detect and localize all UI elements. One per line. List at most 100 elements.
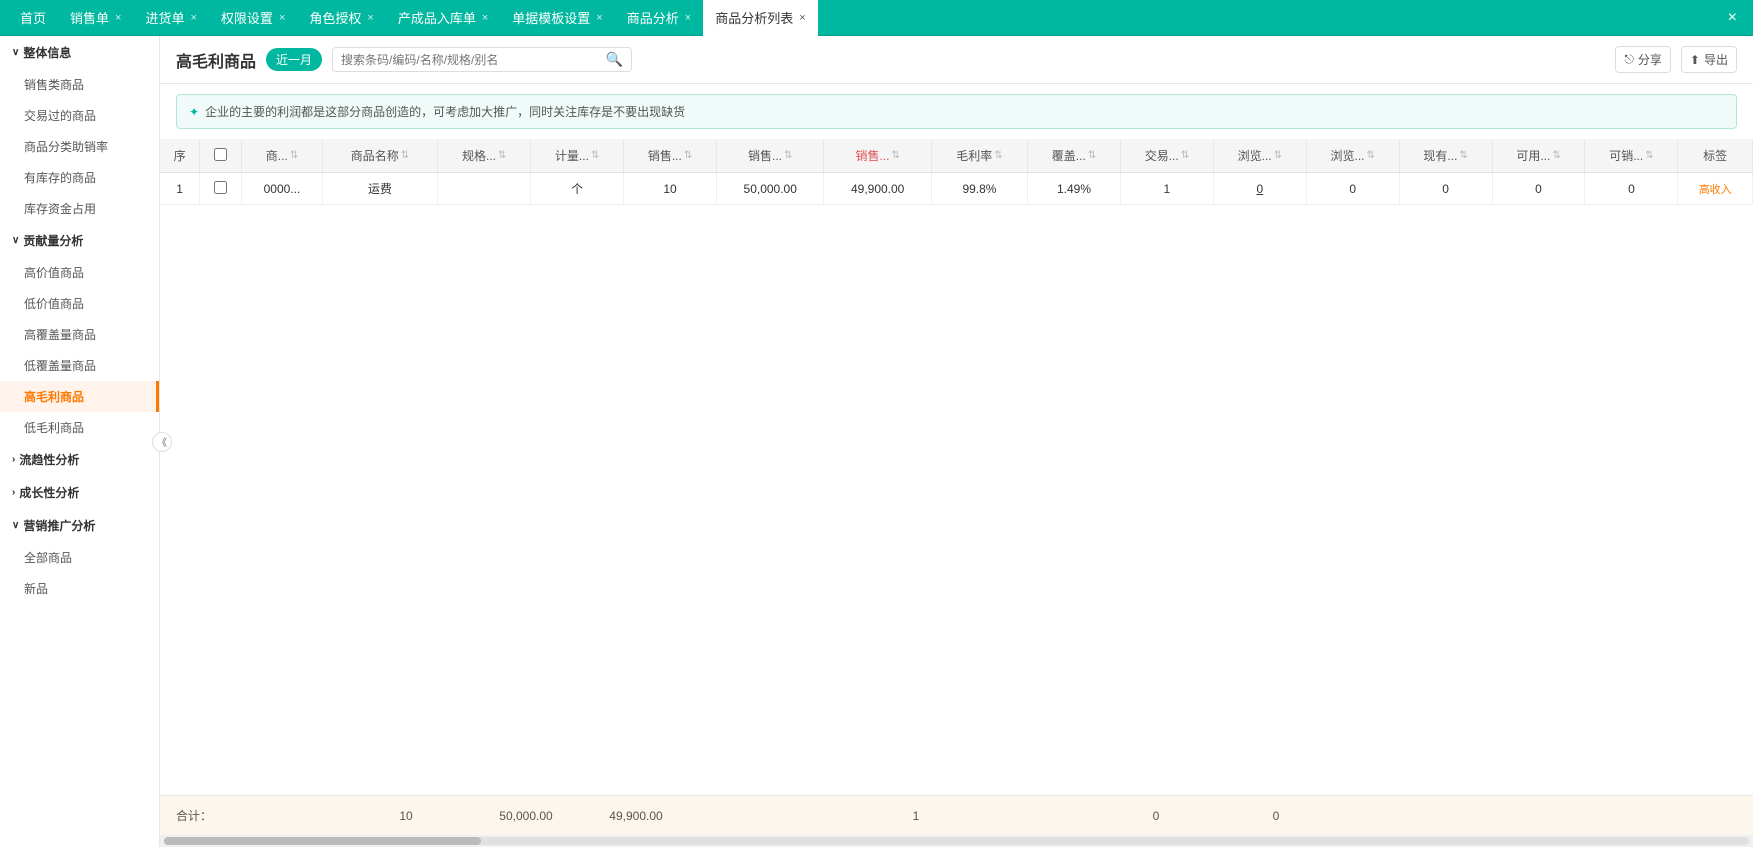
sidebar-item-low-value[interactable]: 低价值商品 — [0, 288, 159, 319]
row-checkbox[interactable] — [214, 181, 227, 194]
sidebar: ∨ 整体信息 销售类商品 交易过的商品 商品分类助销率 有库存的商品 库存资金占… — [0, 36, 160, 847]
nav-template-settings[interactable]: 单据模板设置 × — [500, 0, 614, 36]
sidebar-item-all-goods[interactable]: 全部商品 — [0, 542, 159, 573]
sidebar-item-traded-goods[interactable]: 交易过的商品 — [0, 100, 159, 131]
col-current-stock[interactable]: 现有... ⇅ — [1399, 139, 1492, 173]
cell-transactions: 1 — [1120, 173, 1213, 205]
data-table: 序 商... ⇅ 商品名称 — [160, 139, 1753, 205]
nav-product-storage[interactable]: 产成品入库单 × — [386, 0, 500, 36]
cell-sales-qty: 10 — [624, 173, 717, 205]
col-checkbox[interactable] — [200, 139, 242, 173]
col-sales-amt[interactable]: 销售... ⇅ — [716, 139, 823, 173]
close-icon[interactable]: × — [367, 12, 373, 24]
scrollbar-thumb[interactable] — [164, 837, 481, 845]
footer-current-stock: 0 — [1126, 809, 1186, 823]
table-wrapper[interactable]: 序 商... ⇅ 商品名称 — [160, 139, 1753, 795]
close-icon[interactable]: × — [279, 12, 285, 24]
sort-icon: ⇅ — [1645, 150, 1653, 161]
horizontal-scrollbar[interactable] — [160, 835, 1753, 847]
col-spec[interactable]: 规格... ⇅ — [438, 139, 531, 173]
cell-sales-amt: 50,000.00 — [716, 173, 823, 205]
cell-gross-rate: 99.8% — [931, 173, 1027, 205]
nav-role-auth[interactable]: 角色授权 × — [297, 0, 385, 36]
nav-permission-settings[interactable]: 权限设置 × — [209, 0, 297, 36]
close-icon[interactable]: × — [685, 12, 691, 24]
sidebar-item-sales-goods[interactable]: 销售类商品 — [0, 69, 159, 100]
search-input[interactable] — [341, 53, 606, 67]
sort-icon: ⇅ — [994, 150, 1002, 161]
top-navigation: 首页 销售单 × 进货单 × 权限设置 × 角色授权 × 产成品入库单 × 单据… — [0, 0, 1753, 36]
col-sellable-stock[interactable]: 可销... ⇅ — [1585, 139, 1678, 173]
table-header-row: 序 商... ⇅ 商品名称 — [160, 139, 1753, 173]
footer-sales-qty: 10 — [376, 809, 436, 823]
export-button[interactable]: ⬆ 导出 — [1681, 46, 1737, 73]
col-coverage[interactable]: 覆盖... ⇅ — [1028, 139, 1121, 173]
close-icon[interactable]: × — [482, 12, 488, 24]
sidebar-item-low-coverage[interactable]: 低覆盖量商品 — [0, 350, 159, 381]
col-tag: 标签 — [1678, 139, 1753, 173]
page-title: 高毛利商品 — [176, 48, 256, 72]
sort-icon: ⇅ — [684, 150, 692, 161]
cell-current-stock: 0 — [1399, 173, 1492, 205]
sort-icon: ⇅ — [591, 150, 599, 161]
sort-icon: ⇅ — [1367, 150, 1375, 161]
sort-icon: ⇅ — [498, 150, 506, 161]
sidebar-item-in-stock-goods[interactable]: 有库存的商品 — [0, 162, 159, 193]
col-browse-rate[interactable]: 浏览... ⇅ — [1306, 139, 1399, 173]
sort-icon: ⇅ — [1274, 150, 1282, 161]
col-unit[interactable]: 计量... ⇅ — [531, 139, 624, 173]
col-name[interactable]: 商品名称 ⇅ — [322, 139, 438, 173]
info-banner: ✦ 企业的主要的利润都是这部分商品创造的，可考虑加大推广，同时关注库存是不要出现… — [176, 94, 1737, 129]
close-icon[interactable]: × — [115, 12, 121, 24]
sidebar-collapse-button[interactable]: 《 — [152, 432, 172, 452]
cell-checkbox[interactable] — [200, 173, 242, 205]
cell-browse-count[interactable]: 0 — [1213, 173, 1306, 205]
sidebar-group-growth[interactable]: › 成长性分析 — [0, 476, 159, 509]
select-all-checkbox[interactable] — [214, 148, 227, 161]
arrow-icon: ∨ — [12, 47, 19, 58]
col-available-stock[interactable]: 可用... ⇅ — [1492, 139, 1585, 173]
sidebar-group-contribution[interactable]: ∨ 贡献量分析 — [0, 224, 159, 257]
cell-browse-rate: 0 — [1306, 173, 1399, 205]
footer-sales-amt: 50,000.00 — [476, 809, 576, 823]
col-code[interactable]: 商... ⇅ — [242, 139, 322, 173]
sidebar-item-high-margin[interactable]: 高毛利商品 — [0, 381, 159, 412]
period-button[interactable]: 近一月 — [266, 48, 322, 71]
share-icon: ⎋ — [1624, 52, 1634, 67]
close-icon[interactable]: × — [799, 12, 805, 24]
nav-home[interactable]: 首页 — [8, 0, 58, 36]
col-browse-count[interactable]: 浏览... ⇅ — [1213, 139, 1306, 173]
nav-product-analysis[interactable]: 商品分析 × — [615, 0, 703, 36]
col-transactions[interactable]: 交易... ⇅ — [1120, 139, 1213, 173]
sidebar-item-stock-fund[interactable]: 库存资金占用 — [0, 193, 159, 224]
table-row: 1 0000... 运费 个 10 50,000.00 49,900.00 99… — [160, 173, 1753, 205]
footer-label: 合计： — [176, 807, 376, 824]
nav-purchase-order[interactable]: 进货单 × — [133, 0, 208, 36]
close-icon[interactable]: × — [596, 12, 602, 24]
col-gross-rate[interactable]: 毛利率 ⇅ — [931, 139, 1027, 173]
sidebar-group-marketing[interactable]: ∨ 营销推广分析 — [0, 509, 159, 542]
sidebar-item-high-value[interactable]: 高价值商品 — [0, 257, 159, 288]
cell-sellable-stock: 0 — [1585, 173, 1678, 205]
cell-seq: 1 — [160, 173, 200, 205]
cell-unit: 个 — [531, 173, 624, 205]
close-all-button[interactable]: × — [1720, 9, 1745, 27]
scrollbar-track[interactable] — [164, 837, 1749, 845]
share-button[interactable]: ⎋ 分享 — [1615, 46, 1671, 73]
search-box: 🔍 — [332, 47, 632, 72]
close-icon[interactable]: × — [190, 12, 196, 24]
sidebar-group-trend[interactable]: › 流趋性分析 — [0, 443, 159, 476]
nav-sales-order[interactable]: 销售单 × — [58, 0, 133, 36]
search-icon[interactable]: 🔍 — [606, 51, 623, 68]
sidebar-item-high-coverage[interactable]: 高覆盖量商品 — [0, 319, 159, 350]
sidebar-group-overall[interactable]: ∨ 整体信息 — [0, 36, 159, 69]
sidebar-item-category-sales-rate[interactable]: 商品分类助销率 — [0, 131, 159, 162]
col-sales-qty[interactable]: 销售... ⇅ — [624, 139, 717, 173]
content-area: 高毛利商品 近一月 🔍 ⎋ 分享 ⬆ 导出 ✦ 企业的主要的利润都是这部分商品创… — [160, 36, 1753, 847]
sidebar-item-low-margin[interactable]: 低毛利商品 — [0, 412, 159, 443]
sidebar-item-new-goods[interactable]: 新品 — [0, 573, 159, 604]
col-sales-cost[interactable]: 销售... ⇅ — [824, 139, 931, 173]
col-seq: 序 — [160, 139, 200, 173]
nav-product-analysis-list[interactable]: 商品分析列表 × — [703, 0, 817, 36]
footer-sellable-stock: 0 — [1246, 809, 1306, 823]
